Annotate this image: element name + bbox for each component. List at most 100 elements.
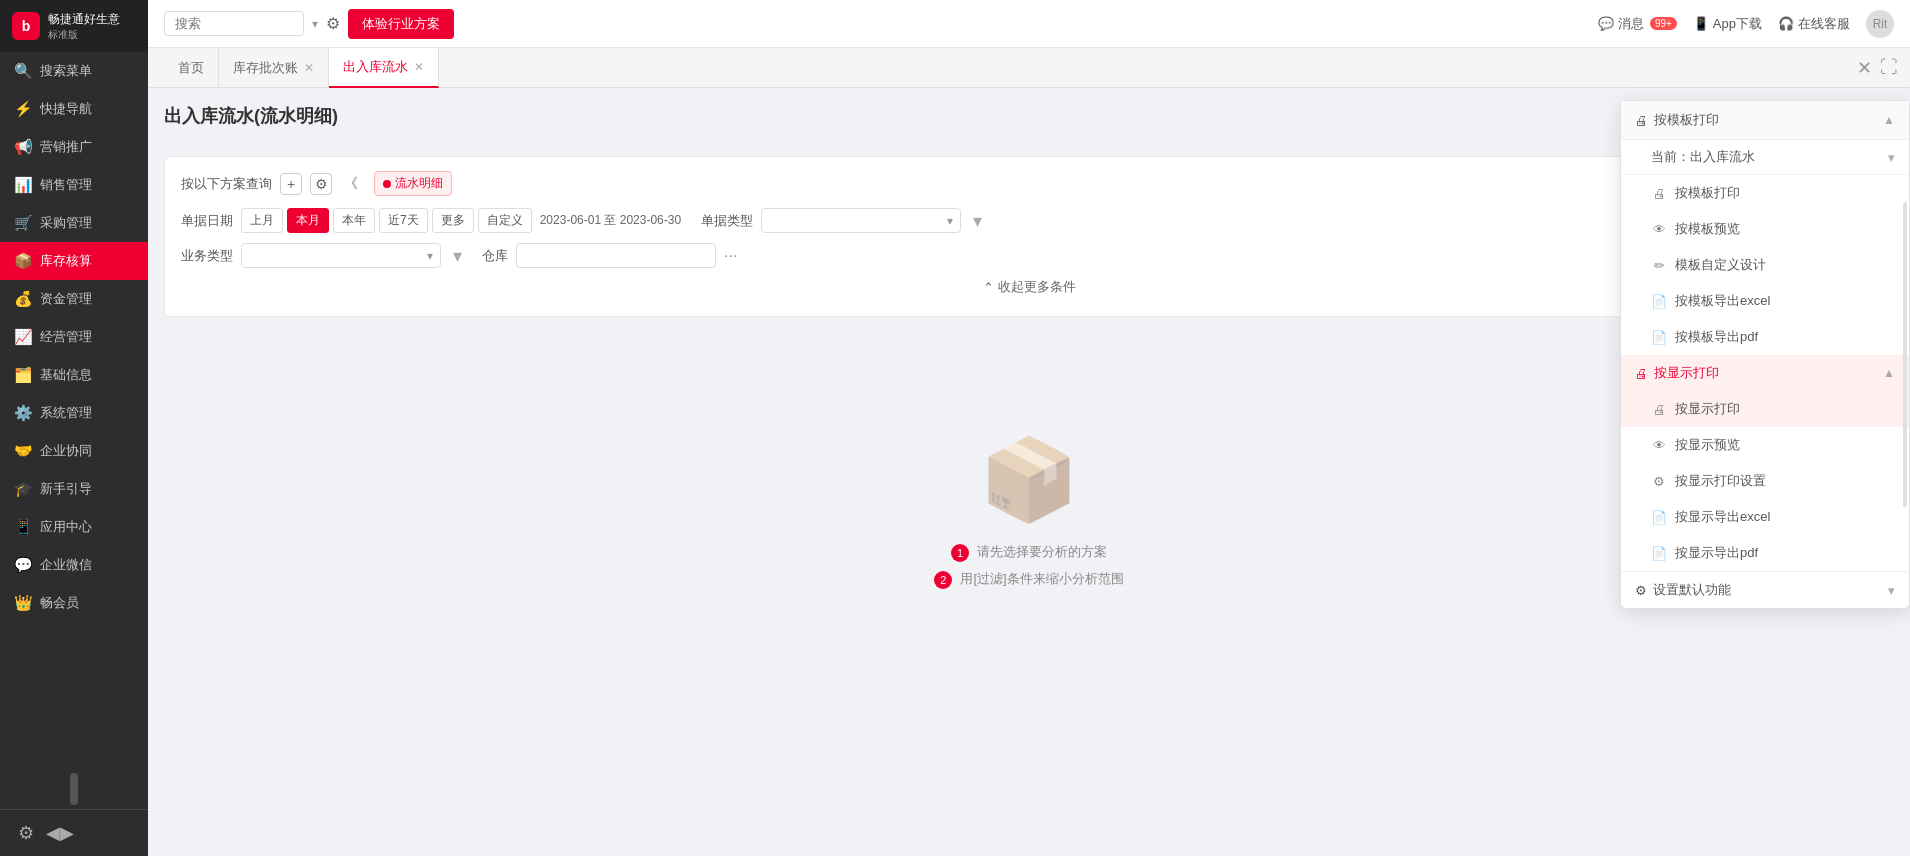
tabs-bar: 首页 库存批次账 ✕ 出入库流水 ✕ ✕ ⛶ bbox=[148, 48, 1910, 88]
biz-type-select[interactable] bbox=[241, 243, 441, 268]
online-service-btn[interactable]: 🎧 在线客服 bbox=[1778, 15, 1850, 33]
sidebar-item-app-center[interactable]: 📱 应用中心 bbox=[0, 508, 148, 546]
template-preview-icon: 👁 bbox=[1651, 222, 1667, 237]
dropdown-footer[interactable]: ⚙ 设置默认功能 ▾ bbox=[1621, 571, 1909, 608]
date-btn-7days[interactable]: 近7天 bbox=[379, 208, 428, 233]
purchase-icon: 🛒 bbox=[14, 214, 32, 232]
filter-tag[interactable]: 流水明细 bbox=[374, 171, 452, 196]
empty-step-1: 1 请先选择要分析的方案 bbox=[951, 543, 1107, 562]
footer-settings-icon: ⚙ bbox=[1635, 583, 1647, 598]
dropdown-item-display-export-excel[interactable]: 📄 按显示导出excel bbox=[1621, 499, 1909, 535]
sidebar-nav: 🔍 搜索菜单 ⚡ 快捷导航 📢 营销推广 📊 销售管理 🛒 采购管理 📦 库存核… bbox=[0, 52, 148, 769]
sidebar-item-guide[interactable]: 🎓 新手引导 bbox=[0, 470, 148, 508]
date-btn-custom[interactable]: 自定义 bbox=[478, 208, 532, 233]
date-btn-this-year[interactable]: 本年 bbox=[333, 208, 375, 233]
tab-batch-account-close[interactable]: ✕ bbox=[304, 61, 314, 75]
sidebar: b 畅捷通好生意 标准版 🔍 搜索菜单 ⚡ 快捷导航 📢 营销推广 📊 销售管理… bbox=[0, 0, 148, 856]
dropdown-item-template-custom[interactable]: ✏ 模板自定义设计 bbox=[1621, 247, 1909, 283]
chevron-up-icon: ⌃ bbox=[983, 280, 994, 295]
display-preview-icon: 👁 bbox=[1651, 438, 1667, 453]
biz-type-expand-icon[interactable]: ▾ bbox=[453, 245, 462, 267]
sidebar-item-cooperation[interactable]: 🤝 企业协同 bbox=[0, 432, 148, 470]
dropdown-item-display-print[interactable]: 🖨 按显示打印 bbox=[1621, 391, 1909, 427]
dropdown-current-template[interactable]: 当前：出入库流水 ▾ bbox=[1621, 140, 1909, 175]
topbar-search-input[interactable] bbox=[164, 11, 304, 36]
dropdown-item-display-settings[interactable]: ⚙ 按显示打印设置 bbox=[1621, 463, 1909, 499]
tab-flow[interactable]: 出入库流水 ✕ bbox=[329, 48, 439, 88]
app-download-btn[interactable]: 📱 App下载 bbox=[1693, 15, 1762, 33]
sidebar-toggle-button[interactable]: ◀▶ bbox=[42, 818, 78, 848]
bill-type-select[interactable] bbox=[761, 208, 961, 233]
display-settings-icon: ⚙ bbox=[1651, 474, 1667, 489]
dropdown-display-section[interactable]: 🖨 按显示打印 ▲ bbox=[1621, 355, 1909, 391]
dropdown-scrollbar[interactable] bbox=[1903, 202, 1907, 506]
tab-maximize-icon[interactable]: ⛶ bbox=[1880, 57, 1898, 78]
sidebar-item-inventory[interactable]: 📦 库存核算 bbox=[0, 242, 148, 280]
warehouse-more-icon[interactable]: ··· bbox=[724, 247, 737, 265]
sidebar-item-search[interactable]: 🔍 搜索菜单 bbox=[0, 52, 148, 90]
date-btn-last-month[interactable]: 上月 bbox=[241, 208, 283, 233]
sidebar-item-sales[interactable]: 📊 销售管理 bbox=[0, 166, 148, 204]
bill-type-select-wrapper bbox=[761, 208, 961, 233]
filter-add-btn[interactable]: + bbox=[280, 173, 302, 195]
sidebar-settings-button[interactable]: ⚙ bbox=[14, 818, 38, 848]
tab-home[interactable]: 首页 bbox=[164, 48, 219, 88]
topbar-gear-icon[interactable]: ⚙ bbox=[326, 14, 340, 33]
member-icon: 👑 bbox=[14, 594, 32, 612]
sidebar-item-finance[interactable]: 💰 资金管理 bbox=[0, 280, 148, 318]
filter-settings-btn[interactable]: ⚙ bbox=[310, 173, 332, 195]
step2-num: 2 bbox=[934, 571, 952, 589]
sidebar-item-quick-nav[interactable]: ⚡ 快捷导航 bbox=[0, 90, 148, 128]
footer-arrow: ▾ bbox=[1888, 583, 1895, 598]
dropdown-item-display-preview[interactable]: 👁 按显示预览 bbox=[1621, 427, 1909, 463]
tab-close-all-icon[interactable]: ✕ bbox=[1857, 57, 1872, 79]
sidebar-item-basic[interactable]: 🗂️ 基础信息 bbox=[0, 356, 148, 394]
tab-flow-close[interactable]: ✕ bbox=[414, 60, 424, 74]
filter-warehouse-field: 仓库 ··· bbox=[482, 243, 737, 268]
basic-icon: 🗂️ bbox=[14, 366, 32, 384]
tab-batch-account[interactable]: 库存批次账 ✕ bbox=[219, 48, 329, 88]
dropdown-item-template-export-pdf[interactable]: 📄 按模板导出pdf bbox=[1621, 319, 1909, 355]
headset-icon: 🎧 bbox=[1778, 16, 1794, 31]
topbar-chevron-icon: ▾ bbox=[312, 17, 318, 31]
tabs-right-actions: ✕ ⛶ bbox=[1857, 57, 1910, 79]
quick-nav-icon: ⚡ bbox=[14, 100, 32, 118]
finance-icon: 💰 bbox=[14, 290, 32, 308]
date-btn-this-month[interactable]: 本月 bbox=[287, 208, 329, 233]
filter-bill-type-field: 单据类型 ▾ bbox=[701, 208, 982, 233]
marketing-icon: 📢 bbox=[14, 138, 32, 156]
date-btns: 上月 本月 本年 近7天 更多 自定义 bbox=[241, 208, 532, 233]
current-template-arrow: ▾ bbox=[1888, 150, 1895, 165]
empty-illustration: 📦 bbox=[979, 433, 1079, 527]
sidebar-item-system[interactable]: ⚙️ 系统管理 bbox=[0, 394, 148, 432]
message-badge: 99+ bbox=[1650, 17, 1677, 30]
dropdown-item-template-preview[interactable]: 👁 按模板预览 bbox=[1621, 211, 1909, 247]
dropdown-header[interactable]: 🖨 按模板打印 ▲ bbox=[1621, 101, 1909, 140]
filter-collapse-btn[interactable]: 《 bbox=[340, 173, 362, 195]
filter-biz-type-field: 业务类型 ▾ bbox=[181, 243, 462, 268]
dropdown-item-template-export-excel[interactable]: 📄 按模板导出excel bbox=[1621, 283, 1909, 319]
dropdown-close-icon[interactable]: ▲ bbox=[1883, 113, 1895, 127]
sidebar-item-weixin[interactable]: 💬 企业微信 bbox=[0, 546, 148, 584]
trial-btn[interactable]: 体验行业方案 bbox=[348, 9, 454, 39]
warehouse-input[interactable] bbox=[516, 243, 716, 268]
dropdown-item-display-export-pdf[interactable]: 📄 按显示导出pdf bbox=[1621, 535, 1909, 571]
guide-icon: 🎓 bbox=[14, 480, 32, 498]
sidebar-item-member[interactable]: 👑 畅会员 bbox=[0, 584, 148, 622]
filter-date-field: 单据日期 上月 本月 本年 近7天 更多 自定义 2023-06-01 至 20… bbox=[181, 208, 681, 233]
display-section-close[interactable]: ▲ bbox=[1883, 366, 1895, 380]
date-btn-more[interactable]: 更多 bbox=[432, 208, 474, 233]
dropdown-item-template-print[interactable]: 🖨 按模板打印 bbox=[1621, 175, 1909, 211]
display-excel-icon: 📄 bbox=[1651, 510, 1667, 525]
message-btn[interactable]: 💬 消息 99+ bbox=[1598, 15, 1677, 33]
sidebar-item-purchase[interactable]: 🛒 采购管理 bbox=[0, 204, 148, 242]
sidebar-logo: b 畅捷通好生意 标准版 bbox=[0, 0, 148, 52]
template-print-icon: 🖨 bbox=[1651, 186, 1667, 201]
user-avatar[interactable]: Rit bbox=[1866, 10, 1894, 38]
sidebar-item-operations[interactable]: 📈 经营管理 bbox=[0, 318, 148, 356]
biz-type-select-wrapper bbox=[241, 243, 441, 268]
app-icon: 📱 bbox=[1693, 16, 1709, 31]
bill-type-expand-icon[interactable]: ▾ bbox=[973, 210, 982, 232]
message-icon: 💬 bbox=[1598, 16, 1614, 31]
sidebar-item-marketing[interactable]: 📢 营销推广 bbox=[0, 128, 148, 166]
